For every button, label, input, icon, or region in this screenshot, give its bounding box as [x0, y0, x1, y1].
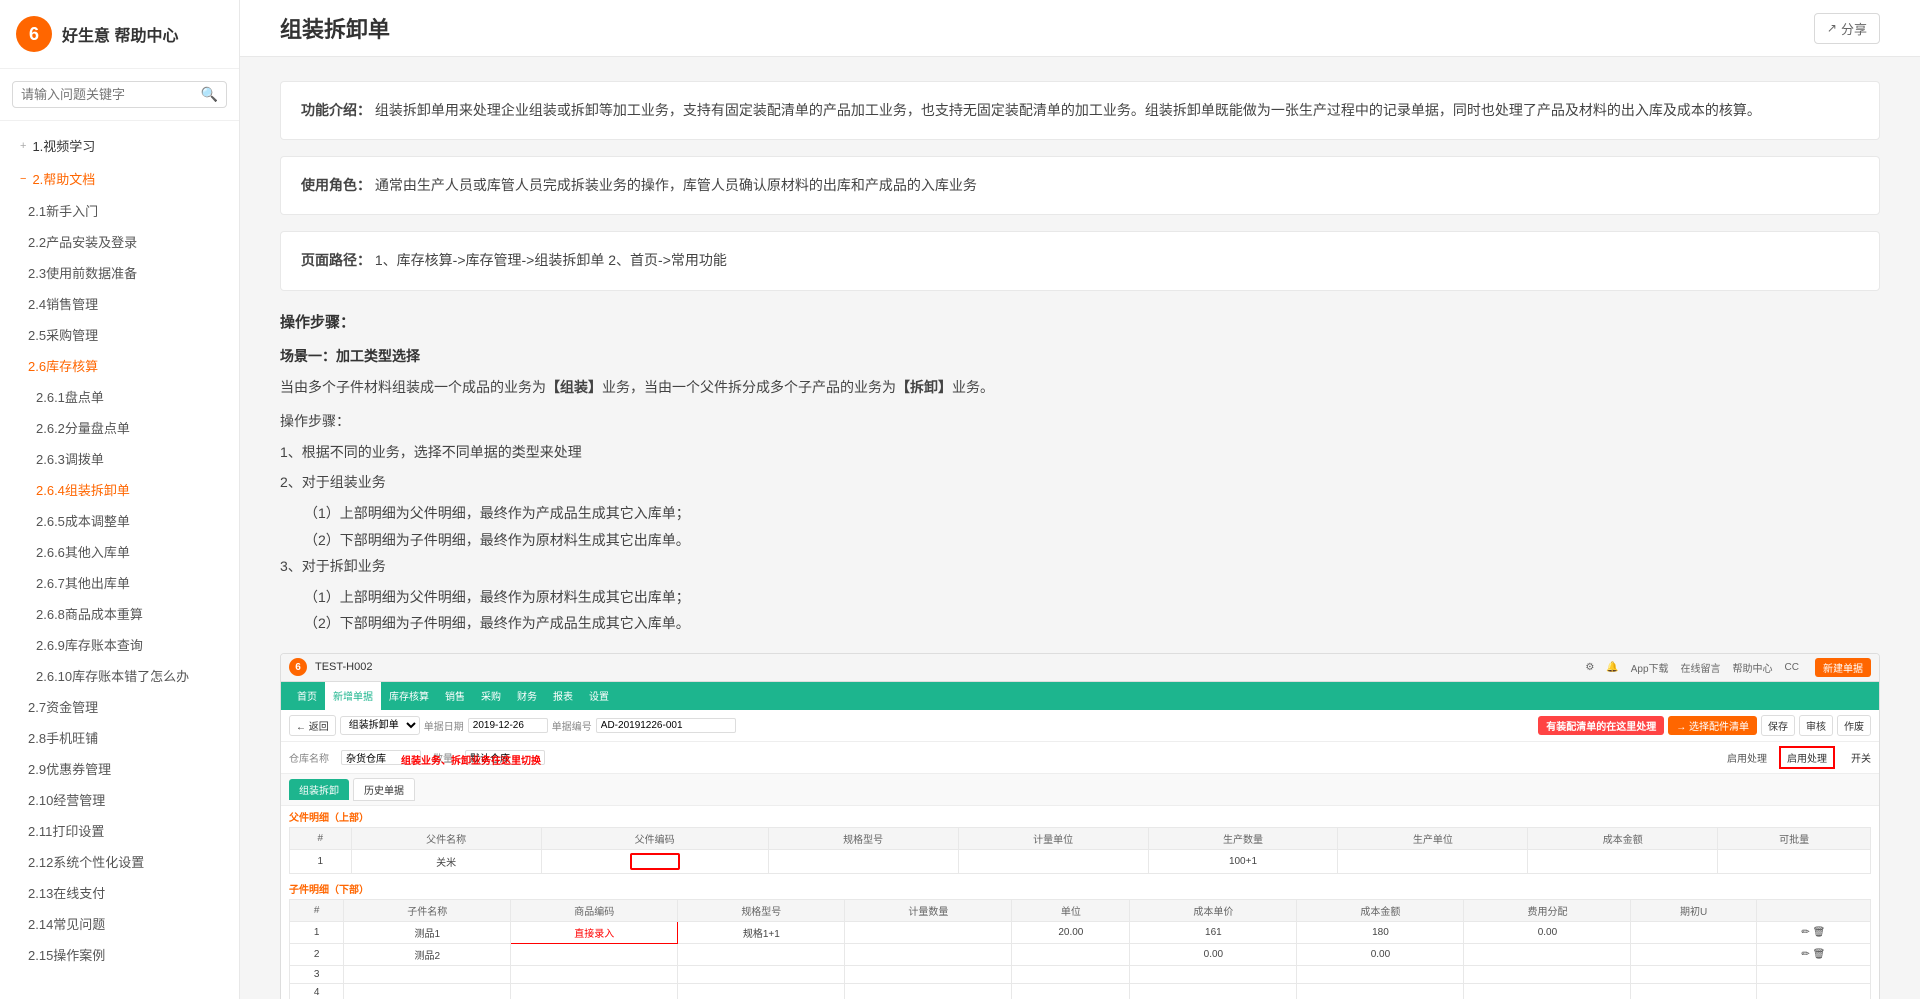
sidebar-item-docs-26[interactable]: 2.6库存核算	[0, 350, 239, 381]
sidebar-item-docs-24[interactable]: 2.4销售管理	[0, 288, 239, 319]
main-panel: 组装拆卸单 ↗ 分享 功能介绍： 组装拆卸单用来处理企业组装或拆卸等加工业务，支…	[240, 0, 1920, 999]
sidebar-item-docs-213[interactable]: 2.13在线支付	[0, 877, 239, 908]
search-input[interactable]	[21, 87, 201, 102]
nav-label: 2.帮助文档	[32, 169, 95, 188]
sidebar-item-docs-27[interactable]: 2.7资金管理	[0, 691, 239, 722]
sidebar-item-docs-25[interactable]: 2.5采购管理	[0, 319, 239, 350]
path-label: 页面路径：	[301, 252, 371, 268]
sidebar-item-docs-265[interactable]: 2.6.5成本调整单	[0, 505, 239, 536]
step-3-2: （2）下部明细为子件明细，最终作为产成品生成其它入库单。	[280, 610, 1880, 637]
minus-icon: −	[20, 173, 26, 185]
step-1: 1、根据不同的业务，选择不同单据的类型来处理	[280, 439, 1880, 466]
func-intro-label: 功能介绍：	[301, 102, 371, 118]
header: 组装拆卸单 ↗ 分享	[240, 0, 1920, 57]
share-button[interactable]: ↗ 分享	[1814, 13, 1880, 44]
step-2: 2、对于组装业务	[280, 469, 1880, 496]
steps-title: 操作步骤：	[280, 311, 1880, 332]
step-2-1: （1）上部明细为父件明细，最终作为产成品生成其它入库单；	[280, 500, 1880, 527]
role-label: 使用角色：	[301, 177, 371, 193]
sidebar-item-docs-269[interactable]: 2.6.9库存账本查询	[0, 629, 239, 660]
sidebar-item-docs-263[interactable]: 2.6.3调拨单	[0, 443, 239, 474]
sidebar-item-docs-21[interactable]: 2.1新手入门	[0, 195, 239, 226]
content-area: 功能介绍： 组装拆卸单用来处理企业组装或拆卸等加工业务，支持有固定装配清单的产品…	[240, 57, 1920, 999]
share-label: 分享	[1841, 19, 1867, 38]
plus-icon: +	[20, 140, 26, 152]
sidebar-item-docs-212[interactable]: 2.12系统个性化设置	[0, 846, 239, 877]
sidebar-item-docs-262[interactable]: 2.6.2分量盘点单	[0, 412, 239, 443]
screenshot-mockup: 6 TEST-H002 ⚙ 🔔 App下载 在线留言 帮助中心 CC 新建单据 …	[280, 653, 1880, 999]
scene1-steps-title: 操作步骤：	[280, 408, 1880, 435]
sidebar-item-docs-210[interactable]: 2.10经营管理	[0, 784, 239, 815]
sidebar-item-docs-261[interactable]: 2.6.1盘点单	[0, 381, 239, 412]
logo-text: 好生意 帮助中心	[62, 22, 178, 46]
nav-tree: +1.视频学习−2.帮助文档2.1新手入门2.2产品安装及登录2.3使用前数据准…	[0, 121, 239, 999]
step-3-1: （1）上部明细为父件明细，最终作为原材料生成其它出库单；	[280, 584, 1880, 611]
role-block: 使用角色： 通常由生产人员或库管人员完成拆装业务的操作，库管人员确认原材料的出库…	[280, 156, 1880, 215]
search-icon: 🔍	[201, 86, 218, 103]
sidebar-item-docs-266[interactable]: 2.6.6其他入库单	[0, 536, 239, 567]
sidebar-item-docs[interactable]: −2.帮助文档	[0, 162, 239, 195]
step-3: 3、对于拆卸业务	[280, 553, 1880, 580]
logo-icon: 6	[16, 16, 52, 52]
func-intro-text: 组装拆卸单用来处理企业组装或拆卸等加工业务，支持有固定装配清单的产品加工业务，也…	[375, 102, 1761, 118]
role-text: 通常由生产人员或库管人员完成拆装业务的操作，库管人员确认原材料的出库和产成品的入…	[375, 177, 977, 193]
step-2-2: （2）下部明细为子件明细，最终作为原材料生成其它出库单。	[280, 527, 1880, 554]
sidebar-item-docs-28[interactable]: 2.8手机旺铺	[0, 722, 239, 753]
sidebar-item-docs-29[interactable]: 2.9优惠券管理	[0, 753, 239, 784]
sidebar-item-docs-268[interactable]: 2.6.8商品成本重算	[0, 598, 239, 629]
sidebar-item-docs-267[interactable]: 2.6.7其他出库单	[0, 567, 239, 598]
func-intro-block: 功能介绍： 组装拆卸单用来处理企业组装或拆卸等加工业务，支持有固定装配清单的产品…	[280, 81, 1880, 140]
sidebar-item-docs-23[interactable]: 2.3使用前数据准备	[0, 257, 239, 288]
sidebar-item-docs-214[interactable]: 2.14常见问题	[0, 908, 239, 939]
nav-label: 1.视频学习	[32, 136, 95, 155]
sidebar-item-docs-22[interactable]: 2.2产品安装及登录	[0, 226, 239, 257]
logo-area: 6 好生意 帮助中心	[0, 0, 239, 69]
path-text: 1、库存核算->库存管理->组装拆卸单 2、首页->常用功能	[375, 252, 727, 268]
search-box[interactable]: 🔍	[12, 81, 227, 108]
share-icon: ↗	[1827, 21, 1837, 35]
page-title: 组装拆卸单	[280, 12, 390, 44]
sidebar-item-docs-2610[interactable]: 2.6.10库存账本错了怎么办	[0, 660, 239, 691]
sidebar-item-docs-264[interactable]: 2.6.4组装拆卸单	[0, 474, 239, 505]
sidebar-item-docs-211[interactable]: 2.11打印设置	[0, 815, 239, 846]
sidebar-item-video[interactable]: +1.视频学习	[0, 129, 239, 162]
sidebar-item-docs-215[interactable]: 2.15操作案例	[0, 939, 239, 970]
path-block: 页面路径： 1、库存核算->库存管理->组装拆卸单 2、首页->常用功能	[280, 231, 1880, 290]
sidebar: 6 好生意 帮助中心 🔍 +1.视频学习−2.帮助文档2.1新手入门2.2产品安…	[0, 0, 240, 999]
scene1-desc: 当由多个子件材料组装成一个成品的业务为【组装】业务，当由一个父件拆分成多个子产品…	[280, 374, 1880, 401]
search-area: 🔍	[0, 69, 239, 121]
scene1-title: 场景一：加工类型选择	[280, 346, 1880, 366]
